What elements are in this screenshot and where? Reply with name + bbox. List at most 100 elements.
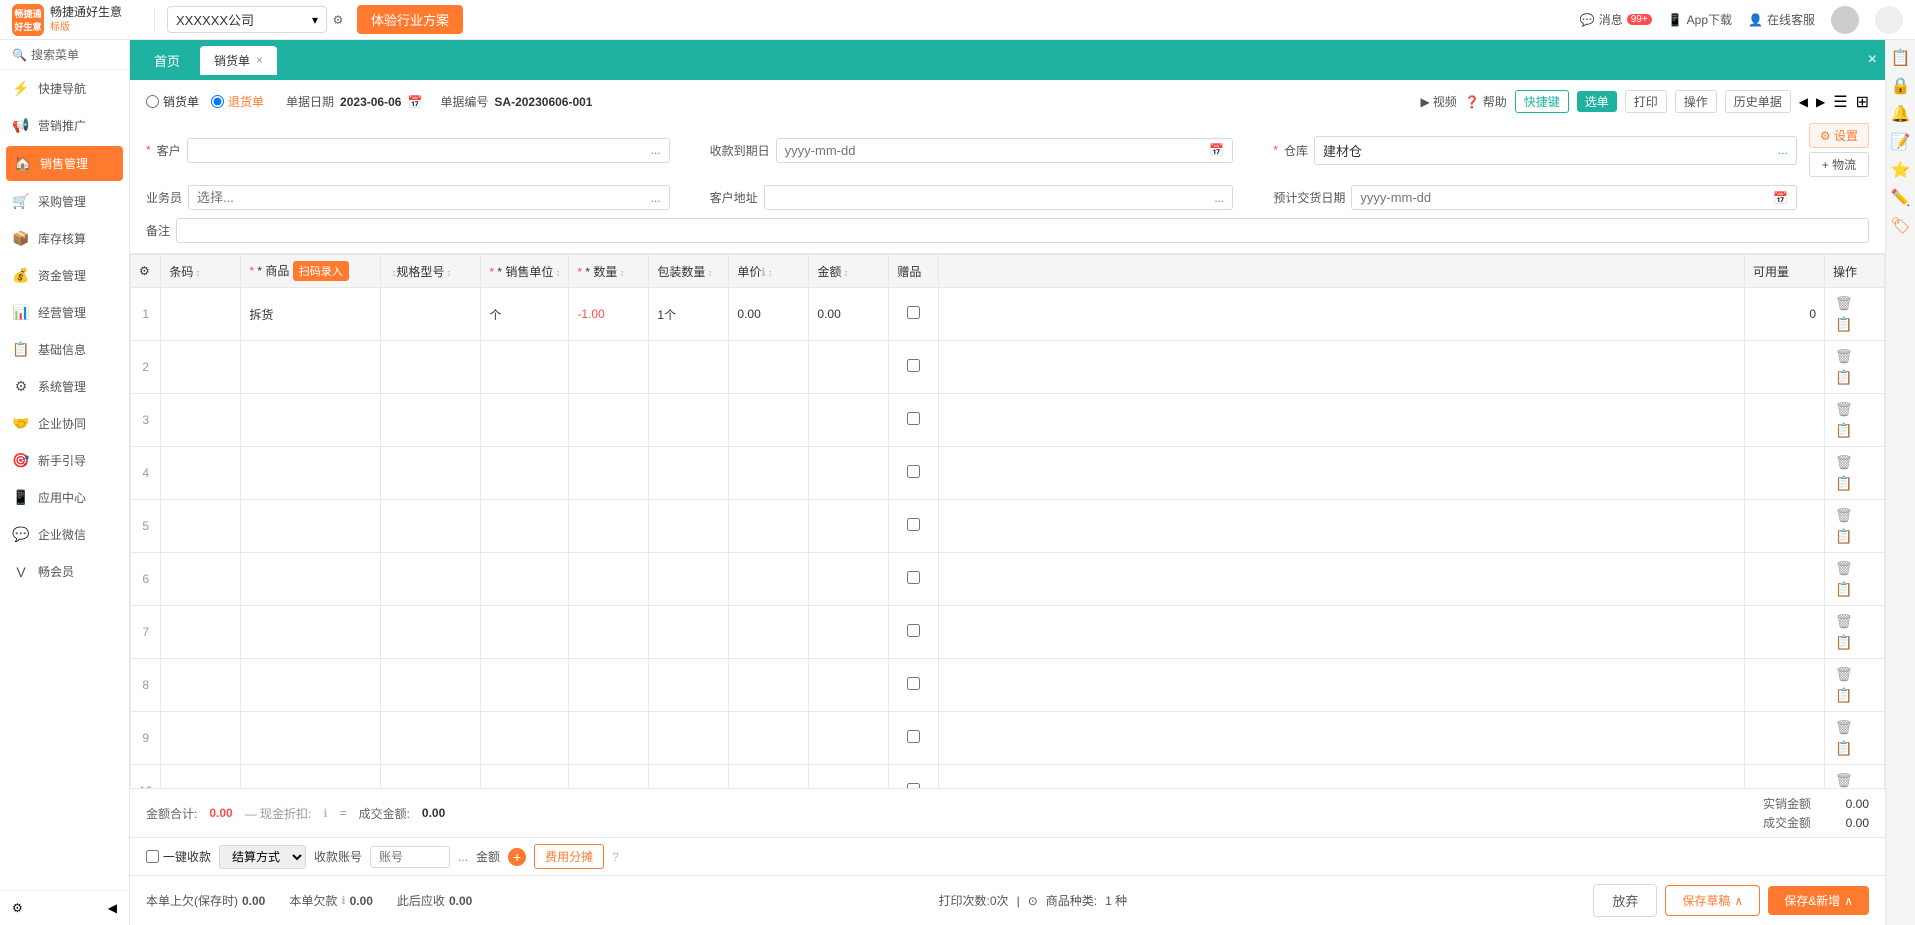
row-goods[interactable]: 拆货 xyxy=(241,288,381,341)
row-qty[interactable] xyxy=(569,606,649,659)
sidebar-collapse-icon[interactable]: ◀ xyxy=(108,901,117,915)
row-amount[interactable] xyxy=(809,500,889,553)
sidebar-item-quick-nav[interactable]: ⚡ 快捷导航 xyxy=(0,70,129,107)
right-panel-icon-2[interactable]: 🔒 xyxy=(1891,76,1911,96)
save-new-button[interactable]: 保存&新增 ∧ xyxy=(1768,886,1869,915)
row-goods[interactable] xyxy=(241,447,381,500)
right-panel-icon-3[interactable]: 🔔 xyxy=(1891,104,1911,124)
row-pkgqty[interactable] xyxy=(649,500,729,553)
row-amount[interactable] xyxy=(809,394,889,447)
row-unit[interactable] xyxy=(481,553,569,606)
row-goods[interactable] xyxy=(241,341,381,394)
col-settings[interactable]: ⚙ xyxy=(131,255,161,288)
row-gift[interactable] xyxy=(889,447,939,500)
sidebar-settings-icon[interactable]: ⚙ xyxy=(12,901,23,915)
row-pkgqty[interactable] xyxy=(649,553,729,606)
row-unit[interactable] xyxy=(481,500,569,553)
add-payment-button[interactable]: + xyxy=(508,848,526,866)
row-delete-icon[interactable]: 🗑 xyxy=(1833,399,1855,420)
row-spec[interactable] xyxy=(381,288,481,341)
tab-bar-right[interactable]: × xyxy=(1868,51,1877,69)
row-amount[interactable] xyxy=(809,606,889,659)
one-click-payment[interactable]: 一键收款 xyxy=(146,848,211,865)
row-gift[interactable] xyxy=(889,341,939,394)
sidebar-search[interactable]: 🔍 搜索菜单 xyxy=(0,40,129,70)
row-gift[interactable] xyxy=(889,288,939,341)
customer-addr-dots-icon[interactable]: ... xyxy=(1214,191,1224,205)
row-price[interactable] xyxy=(729,553,809,606)
row-gift[interactable] xyxy=(889,500,939,553)
row-barcode[interactable] xyxy=(161,606,241,659)
row-goods[interactable] xyxy=(241,394,381,447)
row-unit[interactable] xyxy=(481,447,569,500)
salesperson-dots-icon[interactable]: ... xyxy=(651,191,661,205)
grid-view-icon[interactable]: ⊞ xyxy=(1856,92,1869,112)
row-goods[interactable] xyxy=(241,606,381,659)
row-pkgqty[interactable] xyxy=(649,606,729,659)
warehouse-dots-icon[interactable]: ... xyxy=(1778,143,1788,157)
row-qty[interactable] xyxy=(569,500,649,553)
row-goods[interactable] xyxy=(241,500,381,553)
row-pkgqty[interactable] xyxy=(649,712,729,765)
row-gift[interactable] xyxy=(889,712,939,765)
row-delete-icon[interactable]: 🗑 xyxy=(1833,664,1855,685)
sidebar-item-system[interactable]: ⚙ 系统管理 xyxy=(0,368,129,405)
row-spec[interactable] xyxy=(381,500,481,553)
row-spec[interactable] xyxy=(381,606,481,659)
row-amount[interactable] xyxy=(809,553,889,606)
sidebar-item-wechat[interactable]: 💬 企业微信 xyxy=(0,516,129,553)
row-barcode[interactable] xyxy=(161,712,241,765)
payment-help-icon[interactable]: ? xyxy=(612,850,619,864)
nav-next-icon[interactable]: ▶ xyxy=(1816,95,1825,109)
row-barcode[interactable] xyxy=(161,341,241,394)
row-unit[interactable] xyxy=(481,659,569,712)
row-copy-icon[interactable]: 📋 xyxy=(1833,420,1854,441)
trial-button[interactable]: 体验行业方案 xyxy=(357,5,463,34)
customer-input[interactable] xyxy=(196,143,651,158)
row-qty[interactable] xyxy=(569,553,649,606)
row-price[interactable] xyxy=(729,659,809,712)
sidebar-item-guide[interactable]: 🎯 新手引导 xyxy=(0,442,129,479)
account-input[interactable] xyxy=(370,846,450,868)
delivery-date-calendar-icon[interactable]: 📅 xyxy=(1773,191,1788,205)
row-unit[interactable] xyxy=(481,765,569,789)
row-amount[interactable]: 0.00 xyxy=(809,288,889,341)
row-amount[interactable] xyxy=(809,712,889,765)
row-qty[interactable] xyxy=(569,659,649,712)
row-price[interactable] xyxy=(729,765,809,789)
delivery-date-input[interactable] xyxy=(1360,190,1773,205)
row-spec[interactable] xyxy=(381,712,481,765)
row-copy-icon[interactable]: 📋 xyxy=(1833,738,1854,759)
right-panel-icon-4[interactable]: 📝 xyxy=(1891,132,1911,152)
radio-sale[interactable]: 销货单 xyxy=(146,93,199,110)
nav-prev-icon[interactable]: ◀ xyxy=(1799,95,1808,109)
row-amount[interactable] xyxy=(809,341,889,394)
row-copy-icon[interactable]: 📋 xyxy=(1833,579,1854,600)
avatar[interactable] xyxy=(1831,6,1859,34)
print-button[interactable]: 打印 xyxy=(1625,90,1667,113)
row-copy-icon[interactable]: 📋 xyxy=(1833,473,1854,494)
row-price[interactable] xyxy=(729,394,809,447)
row-qty[interactable] xyxy=(569,341,649,394)
row-delete-icon[interactable]: 🗑 xyxy=(1833,558,1855,579)
row-qty[interactable] xyxy=(569,712,649,765)
row-delete-icon[interactable]: 🗑 xyxy=(1833,717,1855,738)
settings-button[interactable]: ⚙ 设置 xyxy=(1809,123,1869,148)
row-price[interactable] xyxy=(729,606,809,659)
row-barcode[interactable] xyxy=(161,394,241,447)
due-date-input[interactable] xyxy=(785,143,1210,158)
company-selector[interactable]: XXXXXX公司 ▾ xyxy=(167,6,327,33)
row-gift[interactable] xyxy=(889,659,939,712)
row-unit[interactable] xyxy=(481,606,569,659)
row-barcode[interactable] xyxy=(161,659,241,712)
sidebar-item-basic-info[interactable]: 📋 基础信息 xyxy=(0,331,129,368)
row-delete-icon[interactable]: 🗑 xyxy=(1833,611,1855,632)
row-goods[interactable] xyxy=(241,712,381,765)
notes-input[interactable] xyxy=(185,223,1860,238)
tab-close-icon[interactable]: × xyxy=(256,53,263,67)
sidebar-item-inventory[interactable]: 📦 库存核算 xyxy=(0,220,129,257)
row-spec[interactable] xyxy=(381,394,481,447)
row-copy-icon[interactable]: 📋 xyxy=(1833,314,1854,335)
row-price[interactable]: 0.00 xyxy=(729,288,809,341)
row-unit[interactable] xyxy=(481,712,569,765)
